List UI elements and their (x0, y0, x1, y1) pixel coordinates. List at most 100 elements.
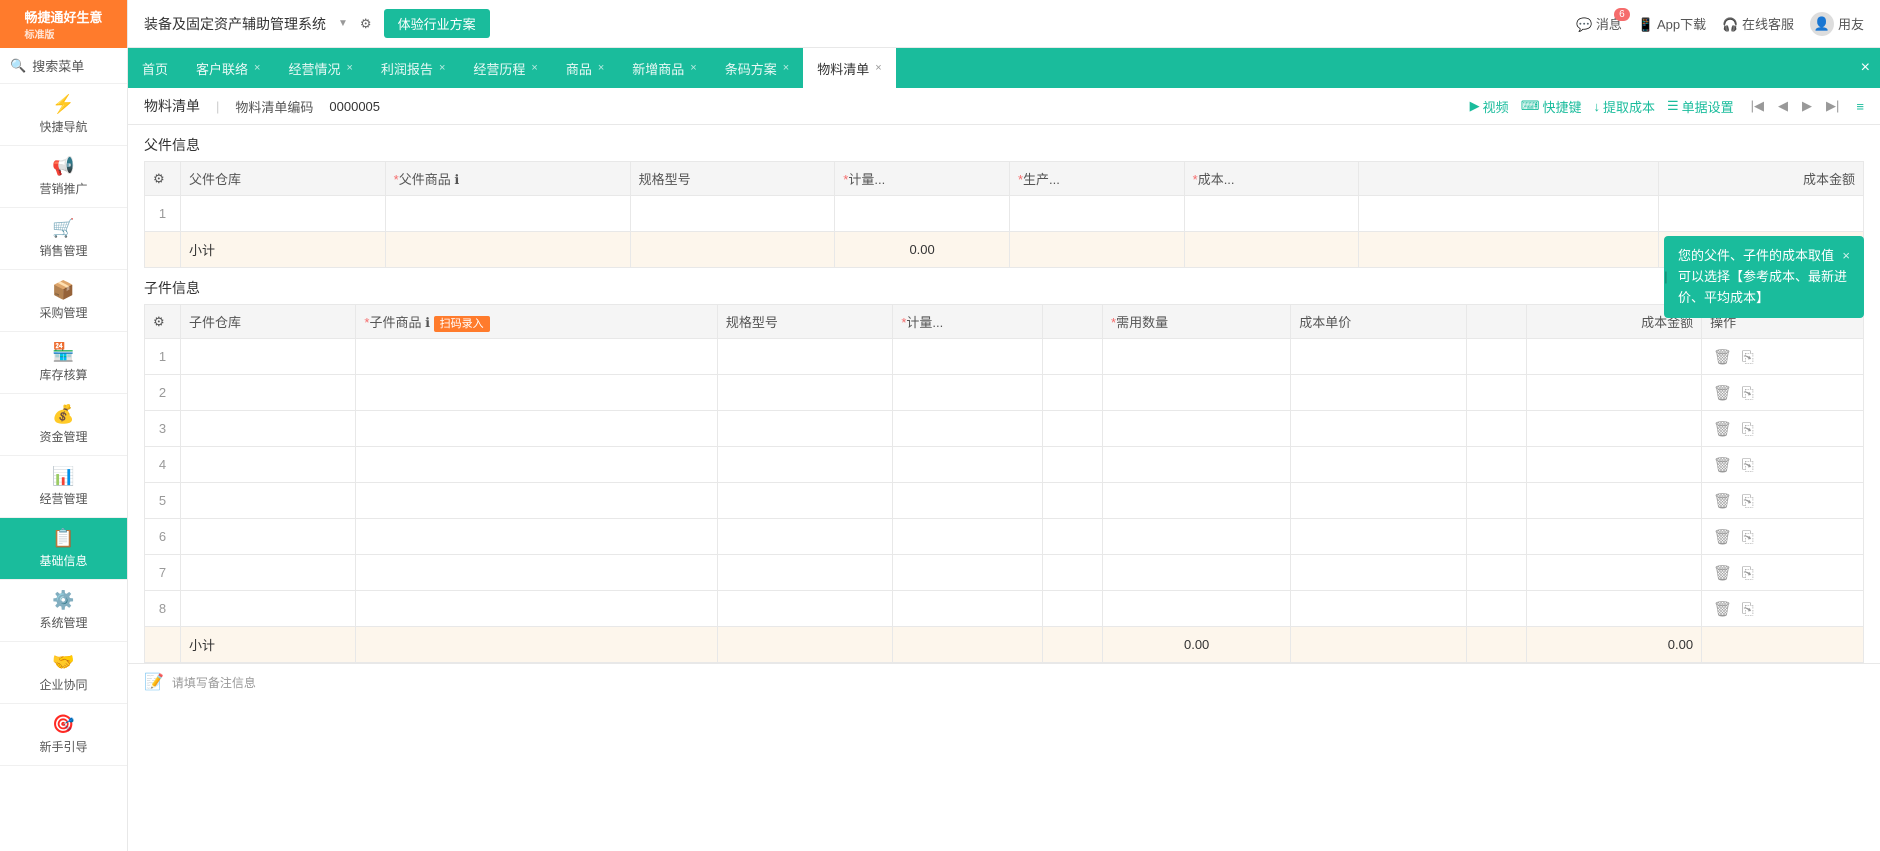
tab-operations[interactable]: 经营情况 × (274, 48, 366, 88)
child-qty-5[interactable] (1103, 483, 1291, 519)
grid-view-icon[interactable]: ≡ (1856, 99, 1864, 114)
sidebar-item-purchase[interactable]: 📦 采购管理 (0, 270, 127, 332)
tab-bom-close[interactable]: × (875, 62, 881, 74)
child-spec-7[interactable] (717, 555, 892, 591)
child-spec-2[interactable] (717, 375, 892, 411)
child-unit-7[interactable] (893, 555, 1043, 591)
copy-row-5[interactable]: ⎘ (1742, 493, 1754, 510)
child-product-6[interactable] (356, 519, 718, 555)
delete-row-6[interactable]: 🗑 (1713, 529, 1732, 546)
child-spec-3[interactable] (717, 411, 892, 447)
delete-row-2[interactable]: 🗑 (1713, 385, 1732, 402)
extract-cost-action[interactable]: ↓ 提取成本 (1593, 97, 1655, 116)
child-unit-6[interactable] (893, 519, 1043, 555)
parent-warehouse-1[interactable] (181, 196, 386, 232)
delete-row-7[interactable]: 🗑 (1713, 565, 1732, 582)
child-qty-1[interactable] (1103, 339, 1291, 375)
child-product-2[interactable] (356, 375, 718, 411)
sidebar-item-inventory[interactable]: 🏪 库存核算 (0, 332, 127, 394)
child-warehouse-5[interactable] (181, 483, 356, 519)
tab-profit-close[interactable]: × (439, 62, 445, 74)
child-qty-6[interactable] (1103, 519, 1291, 555)
scan-input-button[interactable]: 扫码录入 (434, 316, 490, 332)
tab-operations-close[interactable]: × (346, 62, 352, 74)
tab-barcode[interactable]: 条码方案 × (711, 48, 803, 88)
child-warehouse-2[interactable] (181, 375, 356, 411)
child-unit-price-3[interactable] (1291, 411, 1466, 447)
trial-button[interactable]: 体验行业方案 (384, 9, 490, 38)
tab-goods[interactable]: 商品 × (552, 48, 618, 88)
tooltip-close-button[interactable]: × (1842, 246, 1850, 267)
tab-home[interactable]: 首页 (128, 48, 182, 88)
child-qty-8[interactable] (1103, 591, 1291, 627)
sidebar-item-sales[interactable]: 🛒 销售管理 (0, 208, 127, 270)
copy-row-7[interactable]: ⎘ (1742, 565, 1754, 582)
child-product-4[interactable] (356, 447, 718, 483)
tab-profit[interactable]: 利润报告 × (367, 48, 459, 88)
child-unit-2[interactable] (893, 375, 1043, 411)
tab-bom[interactable]: 物料清单 × (803, 48, 895, 88)
tab-history-close[interactable]: × (531, 62, 537, 74)
tab-goods-close[interactable]: × (598, 62, 604, 74)
prev-first-button[interactable]: |◀ (1746, 96, 1769, 116)
parent-cost-1[interactable] (1184, 196, 1359, 232)
child-unit-price-7[interactable] (1291, 555, 1466, 591)
child-spec-5[interactable] (717, 483, 892, 519)
sidebar-item-operations[interactable]: 📊 经营管理 (0, 456, 127, 518)
sidebar-item-search[interactable]: 🔍 搜索菜单 (0, 48, 127, 84)
sidebar-item-marketing[interactable]: 📢 营销推广 (0, 146, 127, 208)
sidebar-item-quicknav[interactable]: ⚡ 快捷导航 (0, 84, 127, 146)
online-service-button[interactable]: 🎧 在线客服 (1722, 14, 1794, 33)
copy-row-3[interactable]: ⎘ (1742, 421, 1754, 438)
child-unit-price-1[interactable] (1291, 339, 1466, 375)
next-last-button[interactable]: ▶| (1821, 96, 1844, 116)
child-unit-price-2[interactable] (1291, 375, 1466, 411)
child-spec-1[interactable] (717, 339, 892, 375)
messages-button[interactable]: 💬 消息 6 (1576, 14, 1622, 33)
child-product-5[interactable] (356, 483, 718, 519)
sidebar-item-newbie[interactable]: 🎯 新手引导 (0, 704, 127, 766)
child-unit-5[interactable] (893, 483, 1043, 519)
child-warehouse-1[interactable] (181, 339, 356, 375)
sidebar-item-collab[interactable]: 🤝 企业协同 (0, 642, 127, 704)
child-warehouse-3[interactable] (181, 411, 356, 447)
child-spec-4[interactable] (717, 447, 892, 483)
child-unit-4[interactable] (893, 447, 1043, 483)
tab-history[interactable]: 经营历程 × (459, 48, 551, 88)
delete-row-1[interactable]: 🗑 (1713, 349, 1732, 366)
copy-row-4[interactable]: ⎘ (1742, 457, 1754, 474)
child-qty-4[interactable] (1103, 447, 1291, 483)
tab-customer-close[interactable]: × (254, 62, 260, 74)
child-qty-2[interactable] (1103, 375, 1291, 411)
single-settings-action[interactable]: ☰ 单据设置 (1667, 97, 1734, 116)
app-download-button[interactable]: 📱 App下载 (1638, 14, 1706, 33)
tab-customer[interactable]: 客户联络 × (182, 48, 274, 88)
child-warehouse-4[interactable] (181, 447, 356, 483)
child-product-8[interactable] (356, 591, 718, 627)
sidebar-item-basic[interactable]: 📋 基础信息 (0, 518, 127, 580)
child-warehouse-6[interactable] (181, 519, 356, 555)
child-unit-1[interactable] (893, 339, 1043, 375)
copy-row-1[interactable]: ⎘ (1742, 349, 1754, 366)
system-title-dropdown[interactable]: ▼ (338, 18, 348, 29)
parent-col-settings[interactable]: ⚙ (145, 162, 181, 196)
child-qty-3[interactable] (1103, 411, 1291, 447)
child-warehouse-8[interactable] (181, 591, 356, 627)
copy-row-8[interactable]: ⎘ (1742, 601, 1754, 618)
prev-button[interactable]: ◀ (1773, 96, 1793, 116)
next-button[interactable]: ▶ (1797, 96, 1817, 116)
settings-icon[interactable]: ⚙ (360, 16, 372, 32)
child-warehouse-7[interactable] (181, 555, 356, 591)
close-all-tabs[interactable]: × (1851, 59, 1880, 77)
tab-new-goods-close[interactable]: × (690, 62, 696, 74)
child-unit-price-4[interactable] (1291, 447, 1466, 483)
parent-spec-1[interactable] (630, 196, 835, 232)
child-product-1[interactable] (356, 339, 718, 375)
delete-row-4[interactable]: 🗑 (1713, 457, 1732, 474)
child-unit-8[interactable] (893, 591, 1043, 627)
child-qty-7[interactable] (1103, 555, 1291, 591)
copy-row-2[interactable]: ⎘ (1742, 385, 1754, 402)
copy-row-6[interactable]: ⎘ (1742, 529, 1754, 546)
sidebar-item-system[interactable]: ⚙️ 系统管理 (0, 580, 127, 642)
tab-barcode-close[interactable]: × (783, 62, 789, 74)
